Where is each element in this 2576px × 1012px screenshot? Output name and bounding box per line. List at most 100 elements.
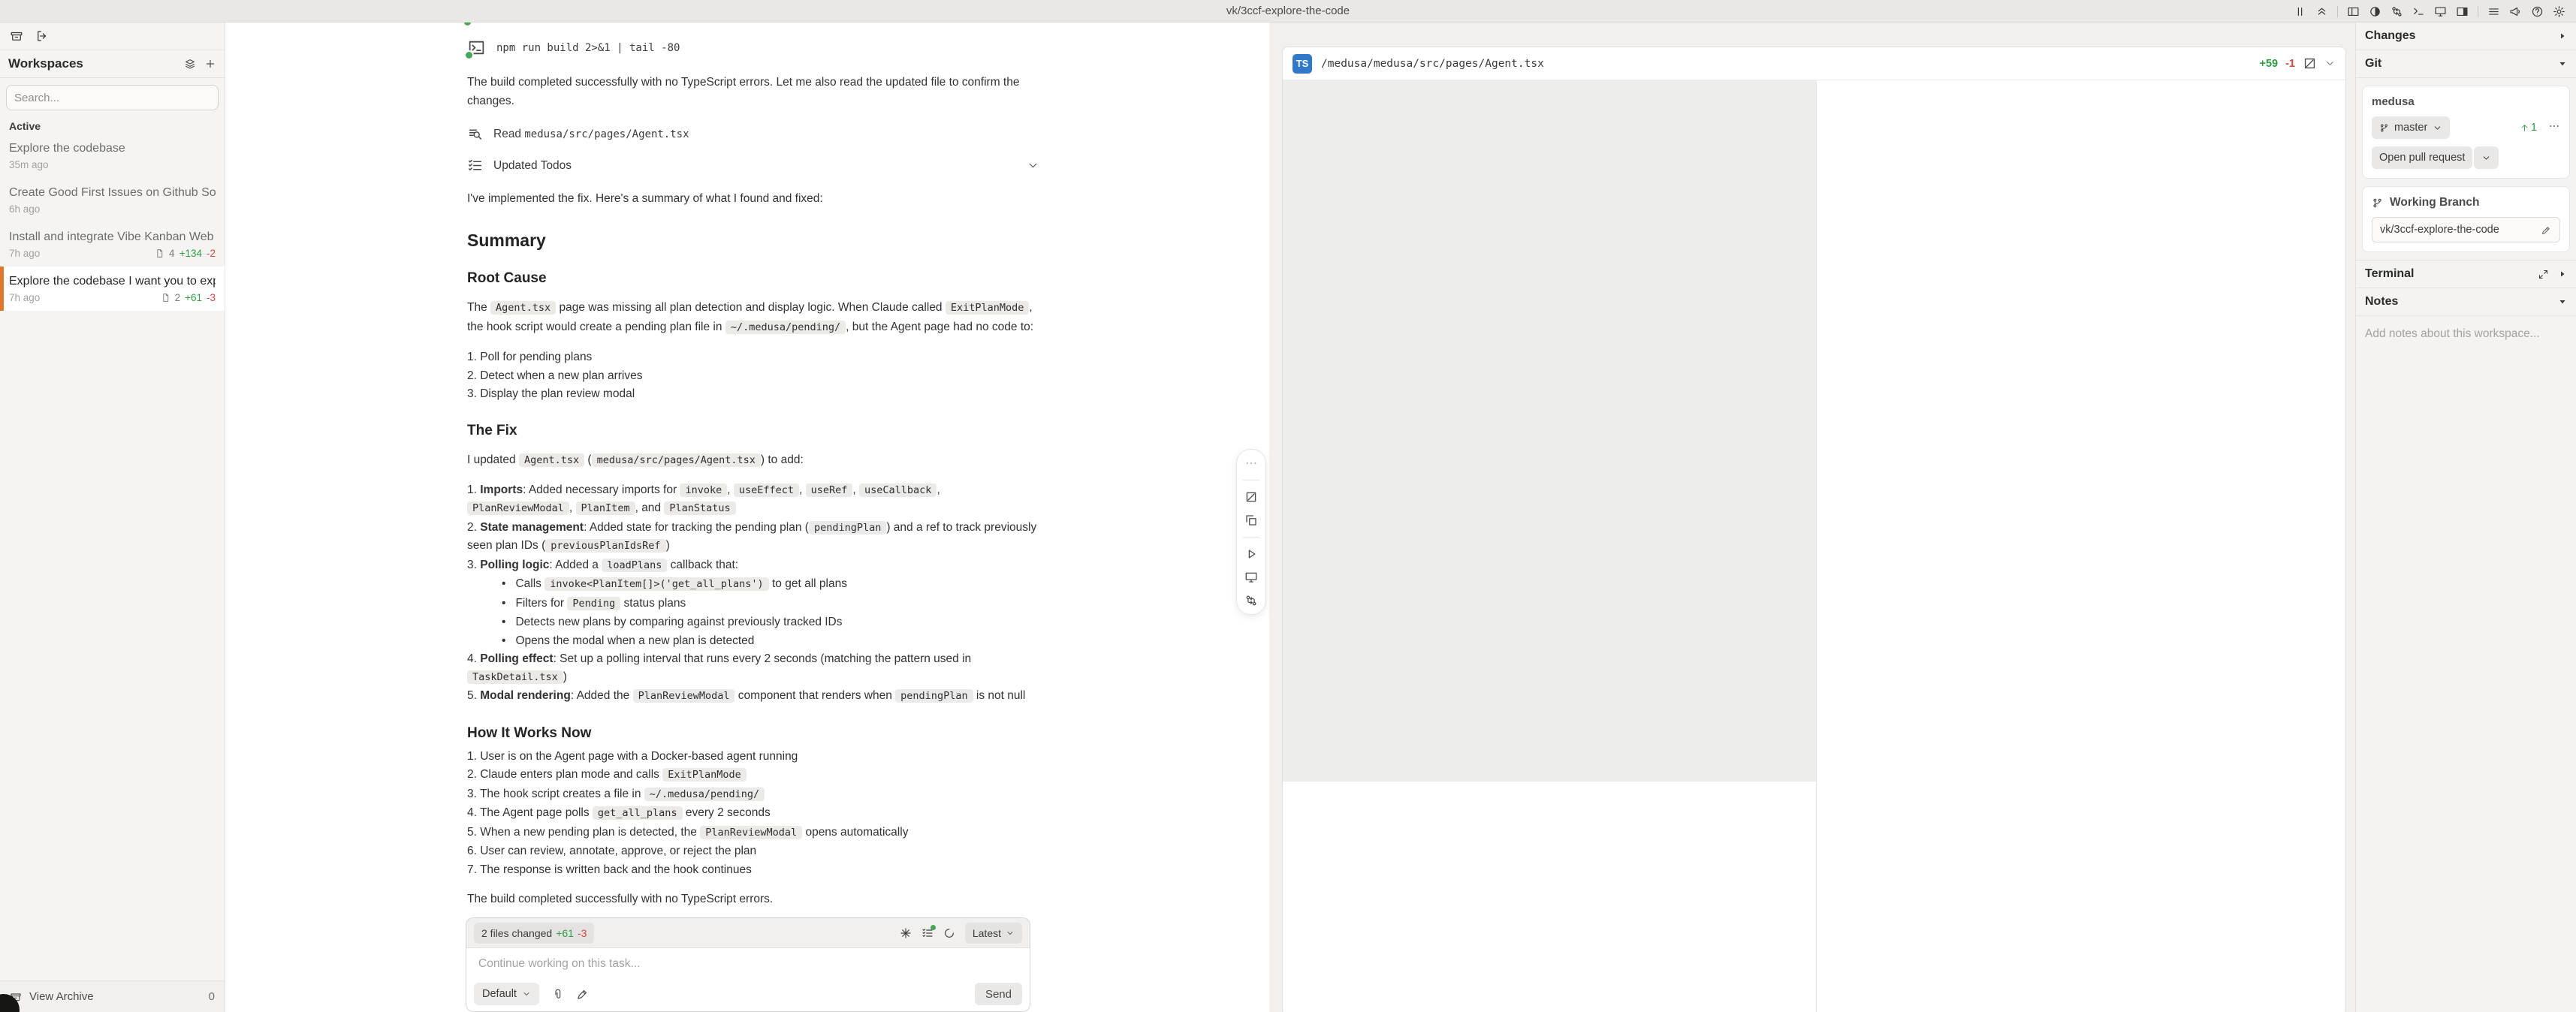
workspace-item[interactable]: Explore the codebase I want you to exp7h… [0, 267, 225, 311]
files-changed-badge[interactable]: 2 files changed +61 -3 [474, 923, 594, 944]
diff-stats: +59 -1 [2259, 56, 2336, 71]
dots-h-icon[interactable] [1244, 456, 1258, 470]
play-icon[interactable] [1244, 547, 1258, 561]
diff-filler-row [1283, 589, 1816, 603]
terminal-icon[interactable] [2412, 5, 2425, 18]
list-item: 1. Poll for pending plans [467, 348, 1039, 366]
tool-label: npm run build 2>&1 | tail -80 [496, 42, 680, 54]
tool-call-row[interactable]: npm run build 2>&1 | tail -80 [467, 38, 1039, 57]
diff-left-column [1283, 80, 1816, 1012]
menu-icon[interactable] [2487, 5, 2500, 18]
heading: The Fix [467, 423, 1039, 439]
split-view-icon[interactable] [2303, 56, 2317, 71]
expand-icon[interactable] [2538, 269, 2549, 280]
inline-code: PlanReviewModal [700, 826, 802, 839]
workspace-time: 35m ago [9, 159, 49, 170]
diff-filler-row [1283, 273, 1816, 286]
spark-icon[interactable] [900, 927, 912, 939]
pencil-icon[interactable] [2541, 224, 2552, 236]
inline-code: get_all_plans [593, 806, 683, 820]
workspace-item[interactable]: Install and integrate Vibe Kanban Web C7… [0, 222, 225, 267]
workspace-item[interactable]: Create Good First Issues on Github So p6… [0, 178, 225, 222]
panel-right-icon[interactable] [2456, 5, 2469, 18]
pr-options-button[interactable] [2474, 146, 2499, 169]
diff-filler-row [1283, 727, 1816, 740]
text: page was missing all plan detection and … [556, 301, 946, 314]
diff-filler-row [1283, 314, 1816, 327]
archive-icon[interactable] [10, 29, 23, 43]
list-item: 5. When a new pending plan is detected, … [467, 824, 1039, 842]
list-item: •Detects new plans by comparing against … [467, 613, 1039, 631]
git-more-menu[interactable] [2548, 120, 2560, 136]
send-button[interactable]: Send [975, 983, 1022, 1005]
pause-icon[interactable] [2294, 5, 2306, 18]
view-archive-button[interactable]: View Archive 0 [0, 980, 225, 1012]
working-branch-field[interactable]: vk/3ccf-explore-the-code [2372, 217, 2560, 242]
list-item: •Calls invoke<PlanItem[]>('get_all_plans… [467, 575, 1039, 594]
paragraph: The build completed successfully with no… [467, 73, 1039, 110]
git-compare-icon[interactable] [2390, 5, 2403, 18]
repo-name: medusa [2372, 95, 2560, 108]
chevrons-up-icon[interactable] [2315, 5, 2328, 18]
list-item: 1. Imports: Added necessary imports for … [467, 481, 1039, 518]
diff-filler-row [1283, 355, 1816, 369]
list-item: 3. Display the plan review modal [467, 385, 1039, 403]
changes-section-header[interactable]: Changes [2356, 23, 2576, 50]
diff-filler-row [1283, 465, 1816, 479]
sign-out-icon[interactable] [35, 29, 49, 43]
inline-code: useEffect [734, 483, 799, 497]
mode-select[interactable]: Default [474, 983, 539, 1005]
branch-select[interactable]: master [2372, 116, 2450, 139]
tool-call-row[interactable]: Read medusa/src/pages/Agent.tsx [467, 126, 1039, 142]
status-dot [464, 50, 474, 60]
diff-filler-row [1283, 507, 1816, 520]
diff-filler-row [1283, 218, 1816, 231]
help-icon[interactable] [2531, 5, 2544, 18]
pen-icon[interactable] [576, 988, 589, 1001]
tool-label: Read medusa/src/pages/Agent.tsx [493, 128, 689, 141]
git-section-header[interactable]: Git [2356, 50, 2576, 78]
copy-icon[interactable] [1244, 514, 1258, 527]
heading: Root Cause [467, 270, 1039, 287]
working-branch-label: Working Branch [2390, 196, 2479, 209]
search-input[interactable] [6, 85, 219, 110]
chevron-down-icon[interactable] [1027, 159, 1039, 172]
layers-icon[interactable] [184, 58, 196, 70]
mono-text: medusa/src/pages/Agent.tsx [524, 128, 689, 140]
bold-text: Modal rendering [480, 689, 571, 702]
gear-icon[interactable] [2553, 5, 2565, 18]
text: component that renders when [734, 689, 895, 702]
diff-filler-row [1283, 411, 1816, 424]
diff-filler-row [1283, 575, 1816, 589]
circle-half-icon[interactable] [2369, 5, 2381, 18]
diff-filler-row [1283, 176, 1816, 190]
monitor-icon[interactable] [1244, 571, 1258, 584]
chevron-down-icon[interactable] [2324, 58, 2336, 69]
sidebar: Workspaces Active Explore the codebase35… [0, 23, 225, 1012]
version-select[interactable]: Latest [965, 923, 1022, 944]
paragraph: I've implemented the fix. Here's a summa… [467, 189, 1039, 208]
message-input[interactable] [477, 956, 1013, 971]
inline-code: ~/.medusa/pending/ [644, 788, 765, 801]
panel-left-icon[interactable] [2347, 5, 2360, 18]
monitor-icon[interactable] [2434, 5, 2447, 18]
tool-call-row[interactable]: Updated Todos [467, 158, 1039, 173]
diff-filler-row [1283, 740, 1816, 754]
open-pr-button[interactable]: Open pull request [2372, 146, 2472, 169]
diff-filler-row [1283, 369, 1816, 383]
bold-text: State management [480, 521, 584, 534]
notes-placeholder[interactable]: Add notes about this workspace... [2365, 327, 2567, 341]
terminal-section-header[interactable]: Terminal [2356, 260, 2576, 288]
diff-filler-row [1283, 300, 1816, 314]
megaphone-icon[interactable] [2509, 5, 2522, 18]
git-compare-icon[interactable] [1244, 594, 1258, 607]
spinner-icon[interactable] [943, 927, 955, 939]
plus-icon[interactable] [204, 58, 216, 70]
todos-icon[interactable] [922, 927, 934, 939]
workspace-item[interactable]: Explore the codebase35m ago [0, 134, 225, 178]
inline-code: invoke [680, 483, 727, 497]
notes-section-header[interactable]: Notes [2356, 288, 2576, 316]
paperclip-icon[interactable] [551, 988, 564, 1001]
inline-code: TaskDetail.tsx [467, 670, 563, 684]
diff-split-icon[interactable] [1244, 490, 1258, 504]
